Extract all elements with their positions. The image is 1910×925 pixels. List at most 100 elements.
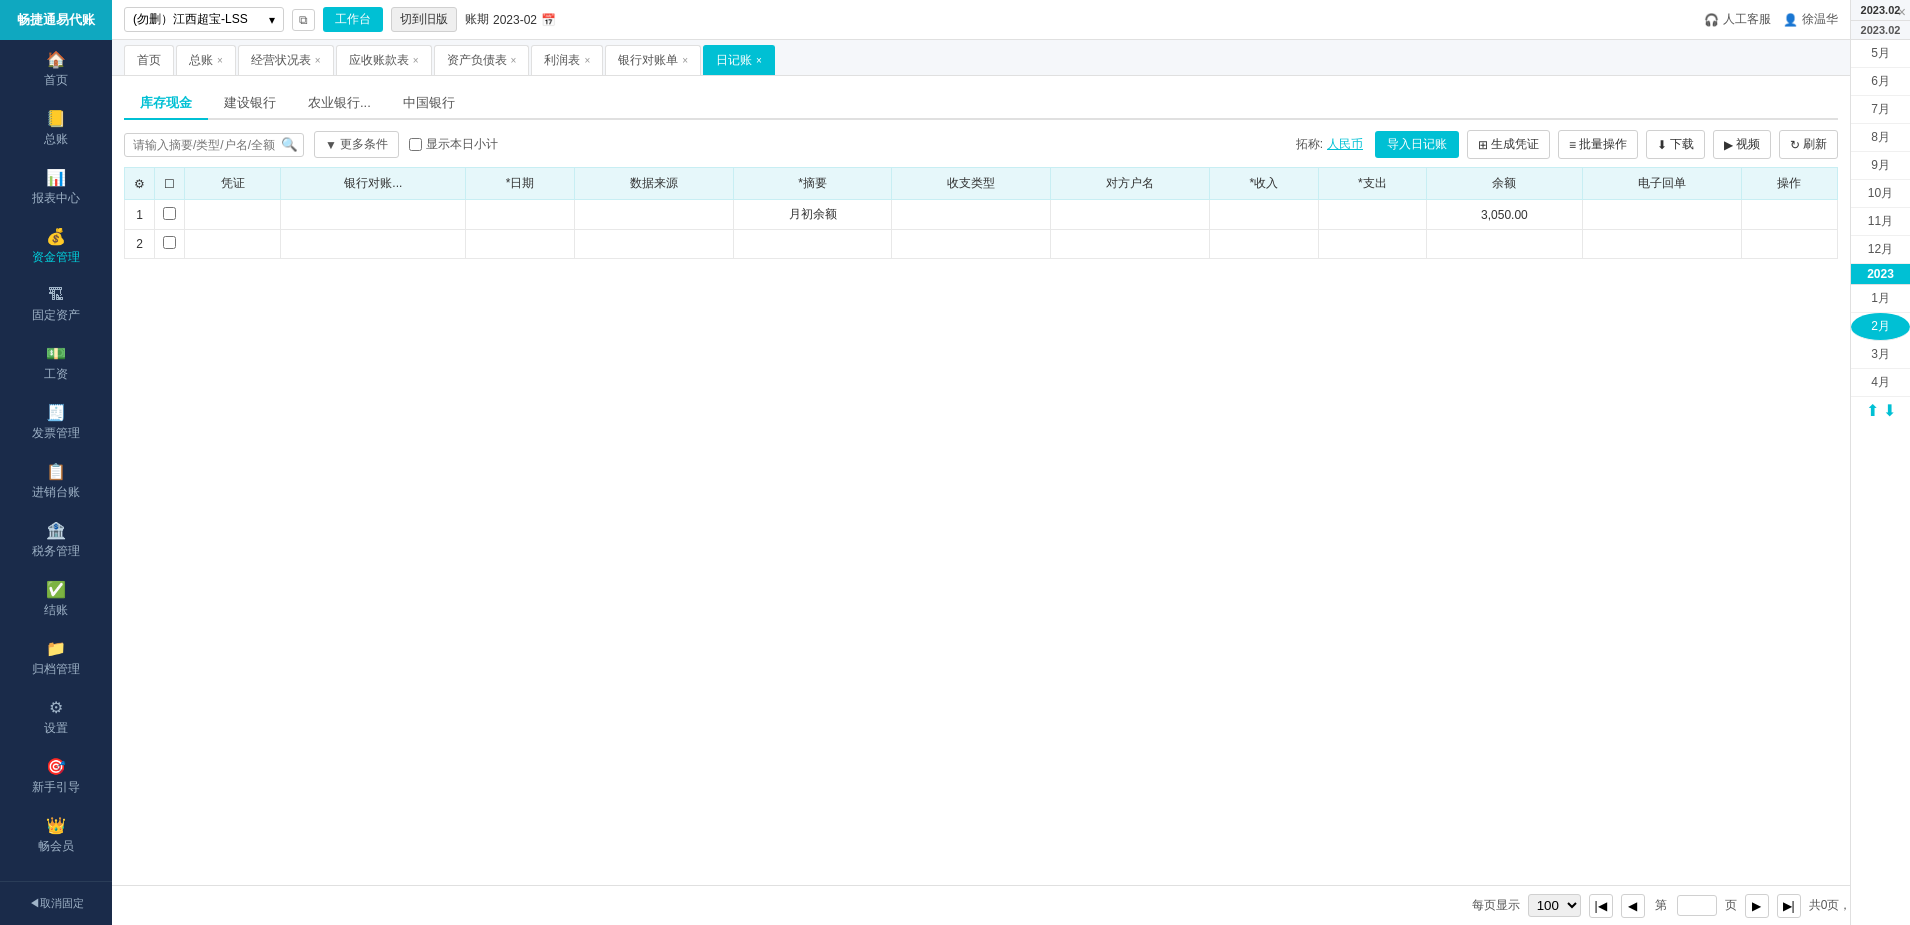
per-page-select[interactable]: 100 50 200: [1528, 894, 1581, 917]
cal-month-11[interactable]: 11月: [1851, 208, 1910, 236]
refresh-button[interactable]: ↻ 刷新: [1779, 130, 1838, 159]
show-today-checkbox[interactable]: [409, 138, 422, 151]
batch-op-label: 批量操作: [1579, 136, 1627, 153]
search-input[interactable]: [124, 133, 304, 157]
col-checkbox[interactable]: ☐: [155, 168, 185, 200]
action-toolbar: 🔍 ▼ 更多条件 显示本日小计 拓称: 人民币 导入日记账 ⊞ 生成凭证: [124, 130, 1838, 159]
account-subtab-bar: 库存现金 建设银行 农业银行... 中国银行: [124, 88, 1838, 120]
sidebar-item-home[interactable]: 🏠 首页: [0, 40, 112, 99]
tab-profit-label: 利润表: [544, 52, 580, 69]
sidebar-item-tax[interactable]: 🏦 税务管理: [0, 511, 112, 570]
prev-page-button[interactable]: ◀: [1621, 894, 1645, 918]
subtab-abc[interactable]: 农业银行...: [292, 88, 387, 120]
member-icon: 👑: [46, 816, 66, 835]
tab-balance-label: 资产负债表: [447, 52, 507, 69]
tab-journal-close[interactable]: ×: [756, 55, 762, 66]
old-version-button[interactable]: 切到旧版: [391, 7, 457, 32]
col-counterpart: 对方户名: [1051, 168, 1210, 200]
row-cb-1[interactable]: [155, 200, 185, 230]
cal-prev-button[interactable]: ⬆: [1866, 401, 1879, 420]
cal-month-6[interactable]: 6月: [1851, 68, 1910, 96]
unpin-sidebar[interactable]: ◀取消固定: [0, 890, 112, 917]
sidebar-item-invoice-label: 发票管理: [32, 425, 80, 442]
tab-bank-statement[interactable]: 银行对账单 ×: [605, 45, 701, 75]
calendar-close-button[interactable]: ×: [1898, 4, 1906, 20]
sidebar-item-funds[interactable]: 💰 资金管理: [0, 217, 112, 276]
cal-month-8[interactable]: 8月: [1851, 124, 1910, 152]
generate-voucher-button[interactable]: ⊞ 生成凭证: [1467, 130, 1550, 159]
subtab-ccb[interactable]: 建设银行: [208, 88, 292, 120]
cal-month-7[interactable]: 7月: [1851, 96, 1910, 124]
sidebar-item-reports[interactable]: 📊 报表中心: [0, 158, 112, 217]
tab-journal[interactable]: 日记账 ×: [703, 45, 775, 75]
tab-business[interactable]: 经营状况表 ×: [238, 45, 334, 75]
cal-month-3[interactable]: 3月: [1851, 341, 1910, 369]
video-button[interactable]: ▶ 视频: [1713, 130, 1771, 159]
first-page-button[interactable]: |◀: [1589, 894, 1613, 918]
tab-ledger[interactable]: 总账 ×: [176, 45, 236, 75]
tab-balance[interactable]: 资产负债表 ×: [434, 45, 530, 75]
cal-next-button[interactable]: ⬇: [1883, 401, 1896, 420]
copy-button[interactable]: ⧉: [292, 9, 315, 31]
sidebar-item-guide[interactable]: 🎯 新手引导: [0, 747, 112, 806]
col-bank-ref: 银行对账...: [281, 168, 466, 200]
period-value: 2023-02: [493, 13, 537, 27]
page-input[interactable]: 1: [1677, 895, 1717, 916]
last-page-button[interactable]: ▶|: [1777, 894, 1801, 918]
cal-month-12[interactable]: 12月: [1851, 236, 1910, 264]
user-menu[interactable]: 👤 徐温华: [1783, 11, 1838, 28]
cal-month-2[interactable]: 2月: [1851, 313, 1910, 341]
search-button[interactable]: 🔍: [281, 137, 298, 152]
calendar-icon[interactable]: 📅: [541, 13, 556, 27]
workbench-button[interactable]: 工作台: [323, 7, 383, 32]
tab-profit[interactable]: 利润表 ×: [531, 45, 603, 75]
sidebar-item-funds-label: 资金管理: [32, 249, 80, 266]
show-today-checkbox-wrap[interactable]: 显示本日小计: [409, 136, 498, 153]
next-page-button[interactable]: ▶: [1745, 894, 1769, 918]
tab-balance-close[interactable]: ×: [511, 55, 517, 66]
cal-month-1[interactable]: 1月: [1851, 285, 1910, 313]
cal-month-9[interactable]: 9月: [1851, 152, 1910, 180]
tab-home[interactable]: 首页: [124, 45, 174, 75]
row-cb-2[interactable]: [155, 230, 185, 259]
tab-business-close[interactable]: ×: [315, 55, 321, 66]
col-settings[interactable]: ⚙: [125, 168, 155, 200]
col-source: 数据来源: [574, 168, 733, 200]
human-service[interactable]: 🎧 人工客服: [1704, 11, 1771, 28]
cal-prev-year-section: 2023.02 5月 6月 7月 8月 9月 10月 11月 12月: [1851, 21, 1910, 264]
headset-icon: 🎧: [1704, 13, 1719, 27]
subtab-boc[interactable]: 中国银行: [387, 88, 471, 120]
sidebar-item-member[interactable]: 👑 畅会员: [0, 806, 112, 865]
sidebar-item-payroll[interactable]: 💵 工资: [0, 334, 112, 393]
topbar: (勿删）江西超宝-LSS ▾ ⧉ 工作台 切到旧版 账期 2023-02 📅 🎧…: [112, 0, 1850, 40]
cal-month-10[interactable]: 10月: [1851, 180, 1910, 208]
sidebar-item-archive[interactable]: 📁 归档管理: [0, 629, 112, 688]
sidebar-item-sales-ledger[interactable]: 📋 进销台账: [0, 452, 112, 511]
download-button[interactable]: ⬇ 下载: [1646, 130, 1705, 159]
subtab-cash[interactable]: 库存现金: [124, 88, 208, 120]
pagination-bar: 每页显示 100 50 200 |◀ ◀ 第 1 页 ▶ ▶| 共0页，0条记录: [112, 885, 1850, 925]
row-balance-1: 3,050.00: [1427, 200, 1583, 230]
col-voucher: 凭证: [185, 168, 281, 200]
sidebar-item-invoice[interactable]: 🧾 发票管理: [0, 393, 112, 452]
currency-value[interactable]: 人民币: [1327, 136, 1363, 153]
tab-ledger-close[interactable]: ×: [217, 55, 223, 66]
tab-receivable[interactable]: 应收账款表 ×: [336, 45, 432, 75]
cal-month-5[interactable]: 5月: [1851, 40, 1910, 68]
generate-voucher-label: 生成凭证: [1491, 136, 1539, 153]
tab-receivable-close[interactable]: ×: [413, 55, 419, 66]
sidebar-item-close[interactable]: ✅ 结账: [0, 570, 112, 629]
import-journal-button[interactable]: 导入日记账: [1375, 131, 1459, 158]
row-type-1: [892, 200, 1051, 230]
row-bank-ref-1: [281, 200, 466, 230]
cal-month-4[interactable]: 4月: [1851, 369, 1910, 397]
more-filter-button[interactable]: ▼ 更多条件: [314, 131, 399, 158]
tab-bank-statement-close[interactable]: ×: [682, 55, 688, 66]
tab-profit-close[interactable]: ×: [584, 55, 590, 66]
topbar-right: 🎧 人工客服 👤 徐温华: [1704, 11, 1838, 28]
company-selector[interactable]: (勿删）江西超宝-LSS ▾: [124, 7, 284, 32]
batch-op-button[interactable]: ≡ 批量操作: [1558, 130, 1638, 159]
sidebar-item-assets[interactable]: 🏗 固定资产: [0, 276, 112, 334]
sidebar-item-settings[interactable]: ⚙ 设置: [0, 688, 112, 747]
sidebar-item-ledger[interactable]: 📒 总账: [0, 99, 112, 158]
